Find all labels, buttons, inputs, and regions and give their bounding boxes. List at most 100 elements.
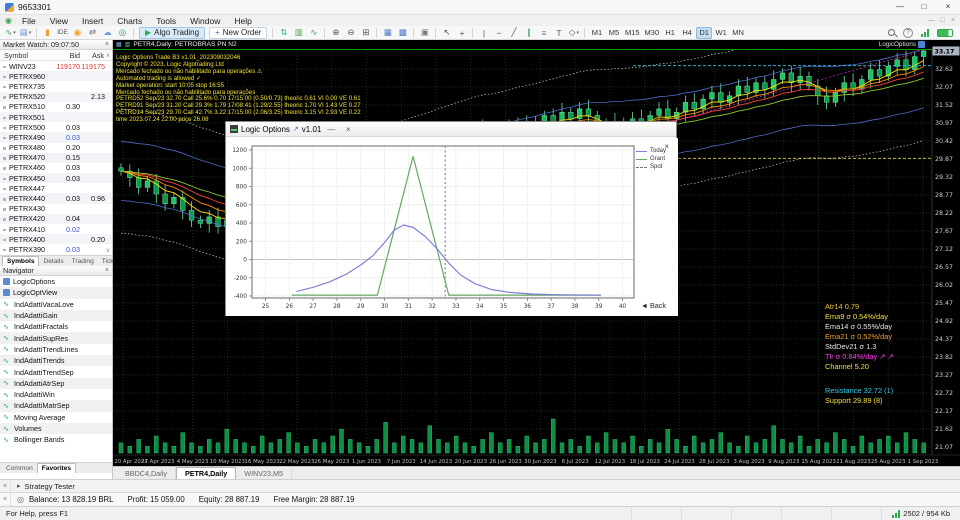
menu-insert[interactable]: Insert — [75, 16, 110, 26]
chart-close-icon[interactable]: × — [664, 142, 669, 151]
tab-symbols[interactable]: Symbols — [2, 256, 40, 266]
navigator-item-moving-average[interactable]: ∿ Moving Average — [0, 412, 112, 423]
zoom-in-icon[interactable]: ⊕ — [329, 27, 342, 39]
menu-help[interactable]: Help — [227, 16, 258, 26]
navigator-item-indadattisupres[interactable]: ∿ IndAdattiSupRes — [0, 332, 112, 344]
help-icon[interactable]: ? — [903, 27, 913, 38]
menu-view[interactable]: View — [43, 16, 75, 26]
tile-windows-icon[interactable]: ⊞ — [359, 27, 372, 39]
screenshot-icon[interactable]: ▣ — [418, 27, 431, 39]
table-row[interactable]: PETRX390 0.03 — [0, 244, 112, 254]
tab-common[interactable]: Common — [2, 464, 37, 473]
timeframe-d1[interactable]: D1 — [696, 26, 713, 39]
channel-icon[interactable]: ∥ — [522, 27, 535, 39]
vertical-line-icon[interactable]: | — [477, 27, 490, 39]
navigator-item-indadattigain[interactable]: ∿ IndAdattiGain — [0, 309, 112, 322]
menu-file[interactable]: File — [15, 16, 43, 26]
table-row[interactable]: PETRX520 2.13 — [0, 91, 112, 102]
timeframe-w1[interactable]: W1 — [713, 27, 729, 39]
market-watch-columns[interactable]: Symbol Bid Ask ∧ — [0, 50, 112, 61]
table-row[interactable]: PETRX430 — [0, 204, 112, 214]
chart-template-icon[interactable]: ▤ ▾ — [19, 27, 32, 39]
navigator-item-indadattiwin[interactable]: ∿ IndAdattiWin — [0, 389, 112, 400]
navigator-item-volumes[interactable]: ∿ Volumes — [0, 422, 112, 435]
close-button[interactable]: × — [936, 0, 960, 14]
tab-details[interactable]: Details — [39, 257, 67, 266]
tab-favorites[interactable]: Favorites — [36, 463, 77, 473]
objects-list-icon[interactable]: ▩ — [396, 27, 409, 39]
metaeditor-icon[interactable]: ▮ — [41, 27, 54, 39]
connect-icon[interactable]: ⇄ — [86, 27, 99, 39]
navigator-item-indadattivacalove[interactable]: ∿ IndAdattiVacaLove — [0, 299, 112, 310]
timeframe-m1[interactable]: M1 — [589, 27, 605, 39]
ea-icon[interactable] — [918, 41, 925, 48]
navigator-item-indadattiatrsep[interactable]: ∿ IndAdattiAtrSep — [0, 377, 112, 389]
menu-charts[interactable]: Charts — [110, 16, 149, 26]
column-ask[interactable]: Ask — [80, 51, 104, 60]
navigator-item-logicoptview[interactable]: LogicOptView — [0, 287, 112, 299]
timeframe-m15[interactable]: M15 — [623, 27, 642, 39]
navigator-item-indadattitrendlines[interactable]: ∿ IndAdattiTrendLines — [0, 344, 112, 355]
strategy-tester-label[interactable]: Strategy Tester — [25, 482, 75, 491]
navigator-item-logicoptions[interactable]: LogicOptions — [0, 276, 112, 287]
column-symbol[interactable]: Symbol — [0, 51, 50, 60]
dialog-minimize-button[interactable]: — — [324, 125, 338, 134]
table-row[interactable]: PETRX501 — [0, 111, 112, 123]
community-icon[interactable]: ◎ — [116, 27, 129, 39]
child-minimize-button[interactable]: — — [928, 17, 935, 24]
algo-trading-button[interactable]: ▶ Algo Trading — [139, 26, 206, 39]
cloud-icon[interactable]: ☁ — [101, 27, 114, 39]
table-row[interactable]: PETRX480 0.20 — [0, 143, 112, 153]
table-row[interactable]: WINV23 119170 119175 — [0, 61, 112, 71]
dialog-close-button[interactable]: × — [341, 125, 355, 134]
trendline-icon[interactable]: ╱ — [507, 27, 520, 39]
close-icon[interactable]: × — [105, 267, 109, 274]
zoom-out-icon[interactable]: ⊖ — [344, 27, 357, 39]
timeframe-mn[interactable]: MN — [730, 27, 746, 39]
close-icon[interactable]: × — [105, 41, 109, 48]
table-row[interactable]: PETRX447 — [0, 183, 112, 193]
tick-arrows-icon[interactable]: ⇅ — [277, 27, 290, 39]
close-icon[interactable]: × — [0, 493, 11, 506]
chart-tab-winv23-m5[interactable]: WINV23,M5 — [236, 468, 293, 479]
navigator-item-indadattifractals[interactable]: ∿ IndAdattiFractals — [0, 321, 112, 332]
search-icon[interactable] — [888, 29, 895, 36]
minimize-button[interactable]: — — [888, 0, 912, 14]
menu-window[interactable]: Window — [183, 16, 227, 26]
tab-trading[interactable]: Trading — [68, 257, 98, 266]
ide-icon[interactable]: IDE — [56, 27, 69, 39]
table-row[interactable]: PETRX400 0.20 — [0, 234, 112, 245]
navigator-item-bollinger-bands[interactable]: ∿ Bollinger Bands — [0, 434, 112, 445]
shapes-icon[interactable]: ◇ ▾ — [567, 27, 580, 39]
timeframe-m30[interactable]: M30 — [643, 27, 662, 39]
table-row[interactable]: PETRX420 0.04 — [0, 213, 112, 224]
market-depth-icon[interactable]: ▥ — [292, 27, 305, 39]
table-row[interactable]: PETRX410 0.02 — [0, 224, 112, 234]
table-row[interactable]: PETRX470 0.15 — [0, 152, 112, 163]
table-row[interactable]: PETRX440 0.03 0.96 — [0, 193, 112, 204]
dialog-titlebar[interactable]: Logic Options ↗ v1.01 — × — [226, 122, 676, 137]
timeframe-h1[interactable]: H1 — [662, 27, 678, 39]
table-row[interactable]: PETRX450 0.03 — [0, 173, 112, 184]
horizontal-line-icon[interactable]: − — [492, 27, 505, 39]
text-icon[interactable]: T — [552, 27, 565, 39]
child-close-button[interactable]: × — [951, 17, 955, 24]
navigator-item-indadattitrends[interactable]: ∿ IndAdattiTrends — [0, 355, 112, 367]
cursor-icon[interactable]: ↖ — [440, 27, 453, 39]
scroll-down-icon[interactable]: ∨ — [106, 247, 110, 254]
menu-tools[interactable]: Tools — [149, 16, 183, 26]
fibo-icon[interactable]: ≡ — [537, 27, 550, 39]
scroll-up-icon[interactable]: ∧ — [104, 52, 112, 59]
indicators-icon[interactable]: ▦ — [381, 27, 394, 39]
back-button[interactable]: ◄ Back — [641, 301, 666, 310]
chart-tab-petr4-daily[interactable]: PETR4,Daily — [175, 467, 237, 479]
navigator-item-indadattimatrsep[interactable]: ∿ IndAdattiMatrSep — [0, 400, 112, 412]
table-row[interactable]: PETRX960 — [0, 71, 112, 82]
new-order-button[interactable]: + New Order — [209, 26, 268, 39]
table-row[interactable]: PETRX735 — [0, 81, 112, 91]
maximize-button[interactable]: □ — [912, 0, 936, 14]
table-row[interactable]: PETRX460 0.03 — [0, 163, 112, 173]
chart-type-icon[interactable]: ∿ ▾ — [4, 27, 17, 39]
table-row[interactable]: PETRX490 0.03 — [0, 132, 112, 143]
lock-icon[interactable]: ◉ — [71, 27, 84, 39]
